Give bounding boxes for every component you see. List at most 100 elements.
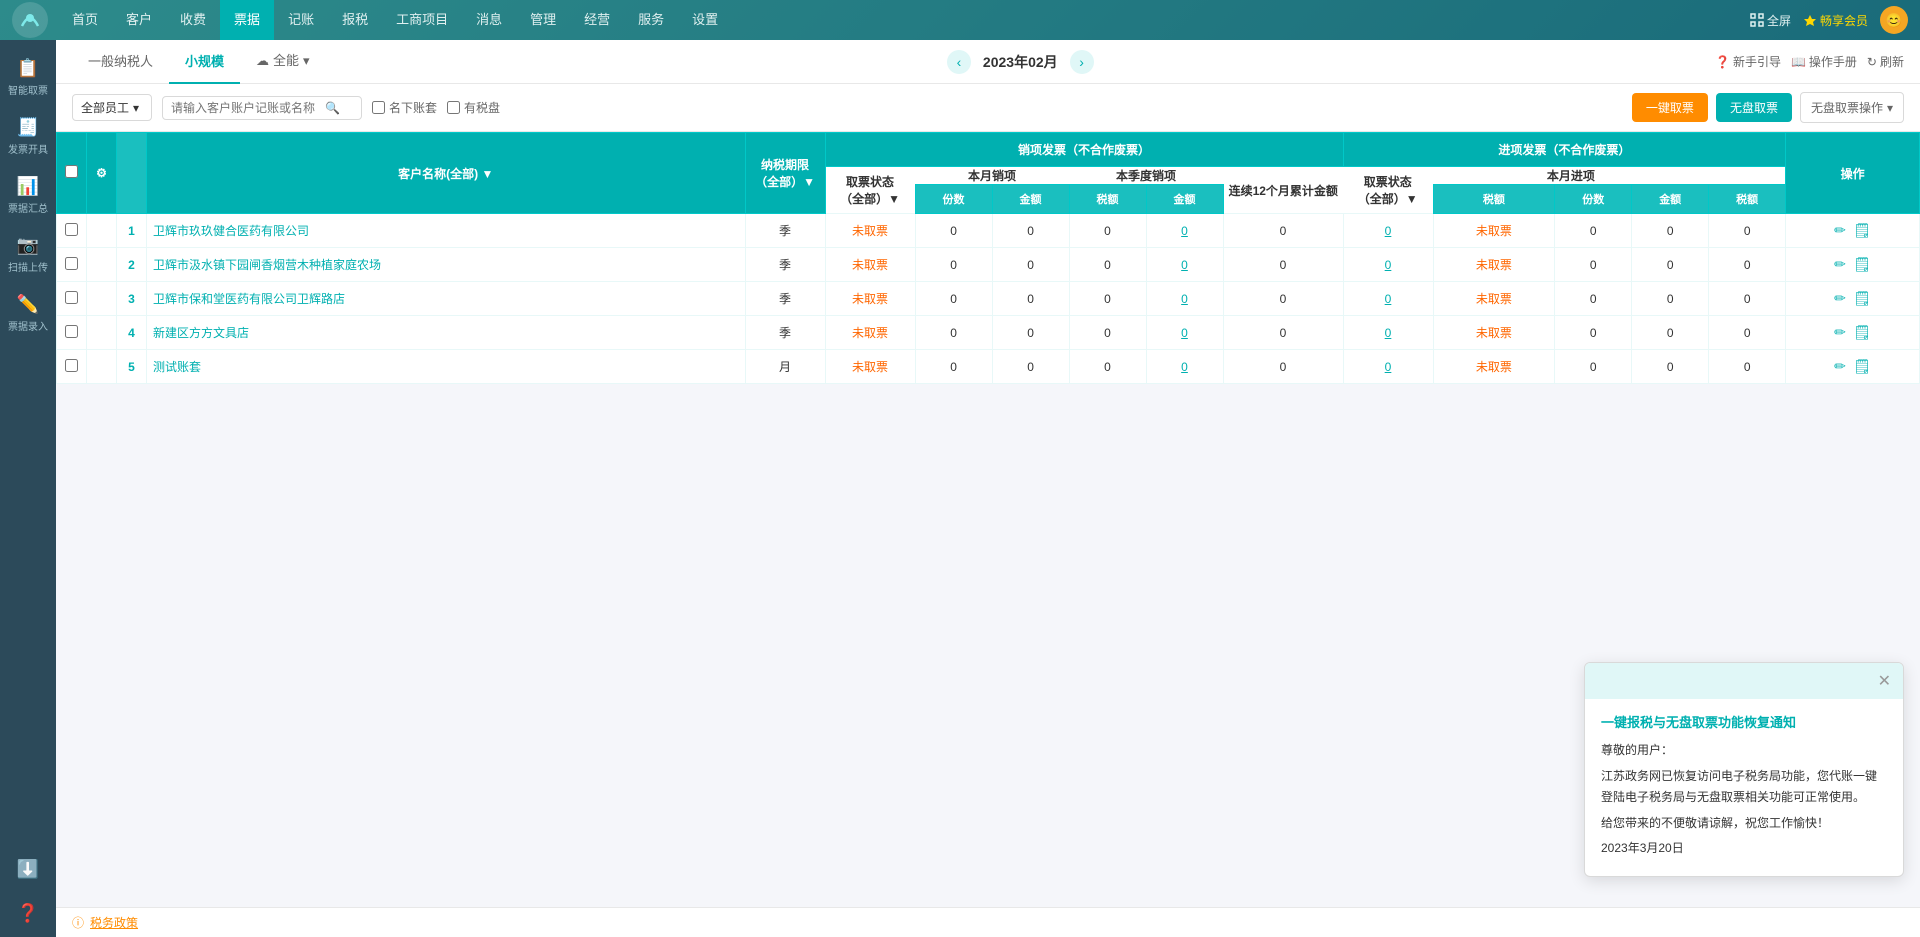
nav-business[interactable]: 经营 xyxy=(570,0,624,40)
row-settings-cell xyxy=(87,214,117,248)
view-icon[interactable]: 🗒 xyxy=(1853,324,1871,340)
view-icon[interactable]: 🗒 xyxy=(1853,358,1871,374)
user-avatar[interactable]: 😊 xyxy=(1880,6,1908,34)
notif-close-btn[interactable]: ✕ xyxy=(1878,671,1891,691)
row-checkbox-cell[interactable] xyxy=(57,282,87,316)
row-checkbox[interactable] xyxy=(65,325,78,338)
diskless-ticket-btn[interactable]: 无盘取票 xyxy=(1716,93,1792,122)
row-checkbox[interactable] xyxy=(65,223,78,236)
row-sales-quarter-tax: 0 xyxy=(1223,214,1343,248)
fullscreen-btn[interactable]: 全屏 xyxy=(1750,12,1791,29)
prev-month-btn[interactable]: ‹ xyxy=(947,50,971,74)
nav-invoice[interactable]: 票据 xyxy=(220,0,274,40)
member-btn[interactable]: 畅享会员 xyxy=(1803,12,1868,29)
settings-icon[interactable]: ⚙ xyxy=(96,166,107,180)
nav-service[interactable]: 服务 xyxy=(624,0,678,40)
sidebar-item-smartticket[interactable]: 📋 智能取票 xyxy=(0,48,56,107)
sidebar-item-help[interactable]: ❓ xyxy=(11,893,45,937)
notif-line: 尊敬的用户： xyxy=(1601,740,1887,762)
row-sales-quarter-tax: 0 xyxy=(1223,316,1343,350)
row-checkbox[interactable] xyxy=(65,291,78,304)
row-purchase-month-amount: 0 xyxy=(1632,248,1709,282)
notif-content: 尊敬的用户：江苏政务网已恢复访问电子税务局功能，您代账一键登陆电子税务局与无盘取… xyxy=(1601,740,1887,864)
row-customer-name[interactable]: 新建区方方文具店 xyxy=(147,316,746,350)
row-customer-name[interactable]: 卫辉市保和堂医药有限公司卫辉路店 xyxy=(147,282,746,316)
nav-bizproject[interactable]: 工商项目 xyxy=(382,0,462,40)
nav-message[interactable]: 消息 xyxy=(462,0,516,40)
policy-label[interactable]: 税务政策 xyxy=(90,914,138,931)
edit-icon[interactable]: ✏ xyxy=(1834,358,1846,374)
row-num: 4 xyxy=(117,316,147,350)
refresh-btn[interactable]: ↻ 刷新 xyxy=(1867,53,1904,70)
nav-tax[interactable]: 报税 xyxy=(328,0,382,40)
sidebar-item-summary[interactable]: 📊 票据汇总 xyxy=(0,166,56,225)
search-input[interactable] xyxy=(171,101,321,115)
myaccount-checkbox[interactable] xyxy=(372,101,385,114)
row-num: 2 xyxy=(117,248,147,282)
row-checkbox-cell[interactable] xyxy=(57,214,87,248)
row-sales-quarter-amount[interactable]: 0 xyxy=(1146,350,1223,384)
row-sales-12m[interactable]: 0 xyxy=(1343,316,1433,350)
row-sales-month-tax: 0 xyxy=(1069,316,1146,350)
edit-icon[interactable]: ✏ xyxy=(1834,290,1846,306)
th-customer-name: 客户名称(全部) ▼ xyxy=(147,133,746,214)
table-row: 1 卫辉市玖玖健合医药有限公司 季 未取票 0 0 0 0 0 0 未取票 0 … xyxy=(57,214,1920,248)
row-checkbox-cell[interactable] xyxy=(57,316,87,350)
th-checkbox xyxy=(57,133,87,214)
row-sales-quarter-amount[interactable]: 0 xyxy=(1146,282,1223,316)
select-all-checkbox[interactable] xyxy=(65,165,78,178)
sidebar-item-scan[interactable]: 📷 扫描上传 xyxy=(0,225,56,284)
row-checkbox[interactable] xyxy=(65,257,78,270)
row-checkbox-cell[interactable] xyxy=(57,350,87,384)
checkbox-myaccount[interactable]: 名下账套 xyxy=(372,99,437,116)
row-sales-12m[interactable]: 0 xyxy=(1343,214,1433,248)
row-sales-12m[interactable]: 0 xyxy=(1343,350,1433,384)
view-icon[interactable]: 🗒 xyxy=(1853,222,1871,238)
view-icon[interactable]: 🗒 xyxy=(1853,256,1871,272)
sidebar-item-entry[interactable]: ✏️ 票据录入 xyxy=(0,284,56,343)
edit-icon[interactable]: ✏ xyxy=(1834,256,1846,272)
row-sales-quarter-amount[interactable]: 0 xyxy=(1146,214,1223,248)
row-sales-month-amount: 0 xyxy=(992,214,1069,248)
search-box[interactable]: 🔍 xyxy=(162,96,362,120)
row-checkbox-cell[interactable] xyxy=(57,248,87,282)
row-sales-12m[interactable]: 0 xyxy=(1343,282,1433,316)
tab-small[interactable]: 小规模 xyxy=(169,40,240,84)
row-sales-month-amount: 0 xyxy=(992,282,1069,316)
row-purchase-month-tax: 0 xyxy=(1709,248,1786,282)
app-logo[interactable] xyxy=(12,2,48,38)
taxdisk-checkbox[interactable] xyxy=(447,101,460,114)
row-customer-name[interactable]: 测试账套 xyxy=(147,350,746,384)
nav-home[interactable]: 首页 xyxy=(58,0,112,40)
edit-icon[interactable]: ✏ xyxy=(1834,222,1846,238)
view-icon[interactable]: 🗒 xyxy=(1853,290,1871,306)
sidebar-item-invoice[interactable]: 🧾 发票开具 xyxy=(0,107,56,166)
row-checkbox[interactable] xyxy=(65,359,78,372)
one-click-ticket-btn[interactable]: 一键取票 xyxy=(1632,93,1708,122)
th-quarter-sales: 本季度销项 xyxy=(1069,167,1223,185)
th-purchase-status: 取票状态（全部）▼ xyxy=(1343,167,1433,214)
nav-bookkeeping[interactable]: 记账 xyxy=(274,0,328,40)
invoice-table: ⚙ 客户名称(全部) ▼ 纳税期限（全部）▼ 销项发票（不合作废票） 进项发票（… xyxy=(56,132,1920,384)
nav-fee[interactable]: 收费 xyxy=(166,0,220,40)
th-purchase-month-count: 份数 xyxy=(1555,185,1632,214)
nav-manage[interactable]: 管理 xyxy=(516,0,570,40)
nav-customer[interactable]: 客户 xyxy=(112,0,166,40)
row-sales-quarter-amount[interactable]: 0 xyxy=(1146,316,1223,350)
tab-all[interactable]: ☁ 全能 ▾ xyxy=(240,40,326,84)
manual-btn[interactable]: 📖 操作手册 xyxy=(1791,53,1857,70)
employee-select[interactable]: 全部员工 ▾ xyxy=(72,94,152,121)
edit-icon[interactable]: ✏ xyxy=(1834,324,1846,340)
tab-general[interactable]: 一般纳税人 xyxy=(72,40,169,84)
notif-line: 给您带来的不便敬请谅解，祝您工作愉快！ xyxy=(1601,813,1887,835)
next-month-btn[interactable]: › xyxy=(1070,50,1094,74)
checkbox-taxdisk[interactable]: 有税盘 xyxy=(447,99,500,116)
diskless-operation-btn[interactable]: 无盘取票操作 ▾ xyxy=(1800,92,1904,123)
row-customer-name[interactable]: 卫辉市玖玖健合医药有限公司 xyxy=(147,214,746,248)
new-guide-btn[interactable]: ❓ 新手引导 xyxy=(1715,53,1781,70)
row-sales-12m[interactable]: 0 xyxy=(1343,248,1433,282)
row-customer-name[interactable]: 卫辉市汲水镇下园闸香烟营木种植家庭农场 xyxy=(147,248,746,282)
nav-settings[interactable]: 设置 xyxy=(678,0,732,40)
sidebar-item-download[interactable]: ⬇️ xyxy=(11,849,45,893)
row-sales-quarter-amount[interactable]: 0 xyxy=(1146,248,1223,282)
